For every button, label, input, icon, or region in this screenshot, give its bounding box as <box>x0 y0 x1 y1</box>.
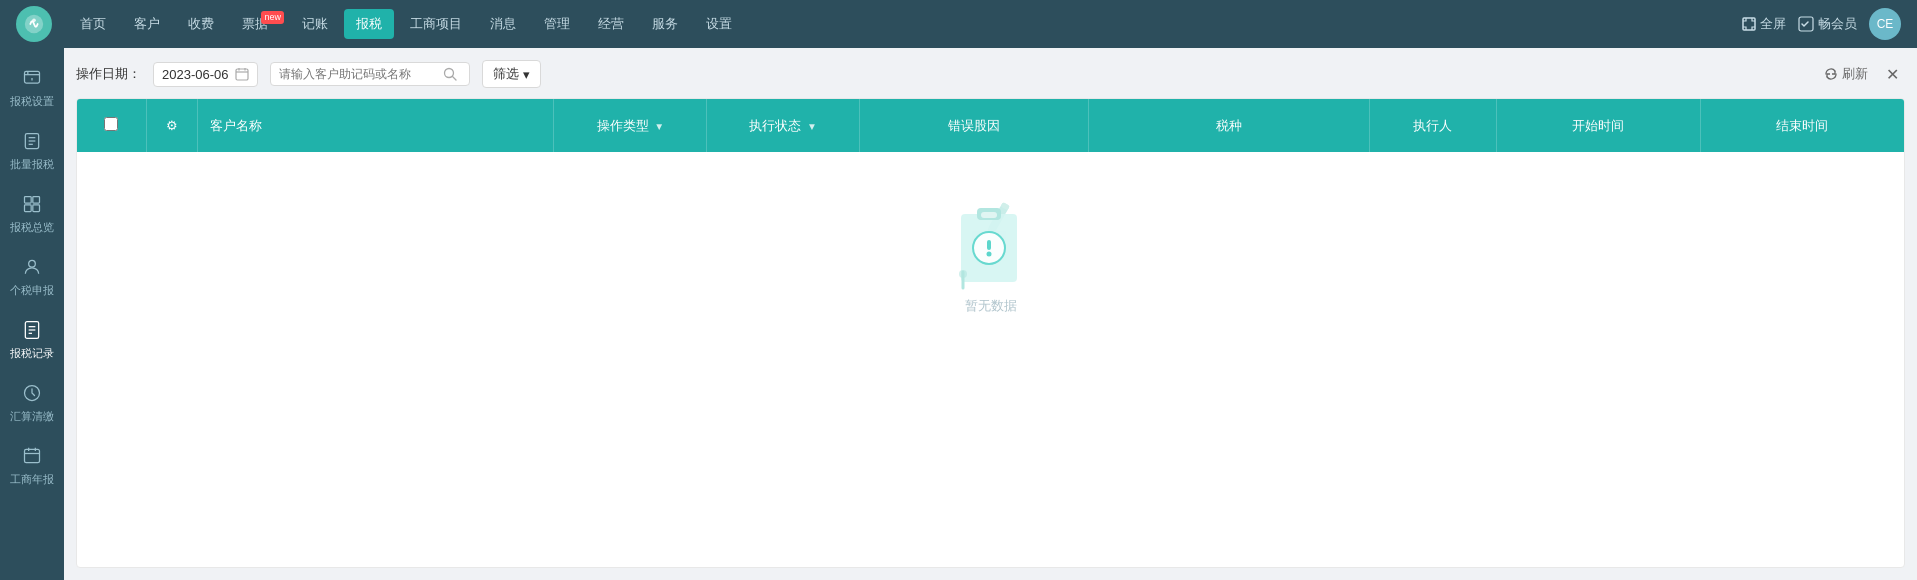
search-icon <box>443 67 457 81</box>
svg-point-40 <box>986 252 991 257</box>
nav-items: 首页 客户 收费 票据 new 记账 报税 工商项目 消息 管理 经营 服务 设… <box>68 9 1742 39</box>
th-end-time: 结束时间 <box>1700 99 1904 152</box>
settlement-icon <box>20 381 44 405</box>
settings-icon: ⚙ <box>166 118 178 133</box>
search-input[interactable] <box>279 67 439 81</box>
op-type-filter-icon: ▼ <box>654 121 664 132</box>
person-icon <box>20 255 44 279</box>
svg-line-31 <box>452 77 456 81</box>
search-input-wrap[interactable] <box>270 62 470 86</box>
th-tax-type: 税种 <box>1089 99 1369 152</box>
svg-rect-22 <box>25 449 40 462</box>
nav-billing[interactable]: 收费 <box>176 9 226 39</box>
batch-icon <box>20 129 44 153</box>
chevron-down-icon: ▾ <box>523 67 530 82</box>
nav-operation[interactable]: 经营 <box>586 9 636 39</box>
fullscreen-button[interactable]: 全屏 <box>1742 15 1786 33</box>
nav-business[interactable]: 工商项目 <box>398 9 474 39</box>
empty-space <box>77 335 1904 535</box>
th-error-reason: 错误股因 <box>860 99 1089 152</box>
refresh-icon <box>1824 67 1838 81</box>
member-button[interactable]: 畅会员 <box>1798 15 1857 33</box>
toolbar: 操作日期： 2023-06-06 筛选 ▾ <box>76 60 1905 88</box>
sidebar-item-tax-settings[interactable]: 报税设置 <box>0 56 64 119</box>
svg-rect-2 <box>1743 18 1755 30</box>
nav-home[interactable]: 首页 <box>68 9 118 39</box>
svg-point-16 <box>29 260 36 267</box>
nav-tax[interactable]: 报税 <box>344 9 394 39</box>
th-start-time: 开始时间 <box>1496 99 1700 152</box>
svg-rect-39 <box>987 240 991 250</box>
app-logo[interactable] <box>16 6 52 42</box>
svg-rect-4 <box>25 71 40 83</box>
exec-status-filter-icon: ▼ <box>807 121 817 132</box>
refresh-button[interactable]: 刷新 <box>1824 65 1868 83</box>
svg-rect-37 <box>981 212 997 218</box>
content-area: 操作日期： 2023-06-06 筛选 ▾ <box>64 48 1917 580</box>
nav-customer[interactable]: 客户 <box>122 9 172 39</box>
th-customer-name: 客户名称 <box>197 99 554 152</box>
sidebar-item-tax-records[interactable]: 报税记录 <box>0 308 64 371</box>
th-settings[interactable]: ⚙ <box>146 99 197 152</box>
date-input[interactable]: 2023-06-06 <box>153 62 258 87</box>
sidebar-item-annual-report[interactable]: 工商年报 <box>0 434 64 497</box>
overview-icon <box>20 192 44 216</box>
records-icon <box>20 318 44 342</box>
nav-settings[interactable]: 设置 <box>694 9 744 39</box>
sidebar-item-settlement[interactable]: 汇算清缴 <box>0 371 64 434</box>
th-exec-status[interactable]: 执行状态 ▼ <box>707 99 860 152</box>
nav-right: 全屏 畅会员 CE <box>1742 8 1901 40</box>
sidebar-item-batch-tax[interactable]: 批量报税 <box>0 119 64 182</box>
th-checkbox <box>77 99 146 152</box>
table-body: 暂无数据 <box>77 152 1904 335</box>
filter-button[interactable]: 筛选 ▾ <box>482 60 541 88</box>
th-op-type[interactable]: 操作类型 ▼ <box>554 99 707 152</box>
svg-point-42 <box>959 270 967 278</box>
nav-accounts[interactable]: 记账 <box>290 9 340 39</box>
svg-rect-14 <box>25 205 32 212</box>
annual-icon <box>20 444 44 468</box>
empty-text: 暂无数据 <box>965 297 1017 315</box>
th-executor: 执行人 <box>1369 99 1496 152</box>
nav-management[interactable]: 管理 <box>532 9 582 39</box>
empty-state-row: 暂无数据 <box>77 152 1904 335</box>
svg-rect-15 <box>33 205 40 212</box>
svg-rect-12 <box>25 197 32 204</box>
table-container: ⚙ 客户名称 操作类型 ▼ 执行状态 ▼ 错误股因 税种 执行 <box>76 98 1905 568</box>
gear-icon <box>20 66 44 90</box>
sidebar-item-tax-overview[interactable]: 报税总览 <box>0 182 64 245</box>
top-navigation: 首页 客户 收费 票据 new 记账 报税 工商项目 消息 管理 经营 服务 设… <box>0 0 1917 48</box>
main-layout: 报税设置 批量报税 <box>0 48 1917 580</box>
nav-message[interactable]: 消息 <box>478 9 528 39</box>
svg-rect-13 <box>33 197 40 204</box>
new-badge: new <box>261 11 284 24</box>
nav-invoice[interactable]: 票据 new <box>230 9 286 39</box>
table-header-row: ⚙ 客户名称 操作类型 ▼ 执行状态 ▼ 错误股因 税种 执行 <box>77 99 1904 152</box>
svg-point-1 <box>32 19 36 23</box>
empty-state: 暂无数据 <box>77 152 1904 335</box>
sidebar-item-personal-tax[interactable]: 个税申报 <box>0 245 64 308</box>
sidebar: 报税设置 批量报税 <box>0 48 64 580</box>
close-button[interactable]: ✕ <box>1880 63 1905 86</box>
nav-service[interactable]: 服务 <box>640 9 690 39</box>
date-label: 操作日期： <box>76 65 141 83</box>
data-table: ⚙ 客户名称 操作类型 ▼ 执行状态 ▼ 错误股因 税种 执行 <box>77 99 1904 335</box>
calendar-icon <box>235 67 249 81</box>
user-avatar[interactable]: CE <box>1869 8 1901 40</box>
svg-rect-26 <box>236 69 248 80</box>
empty-illustration <box>941 192 1041 297</box>
select-all-checkbox[interactable] <box>104 117 118 131</box>
